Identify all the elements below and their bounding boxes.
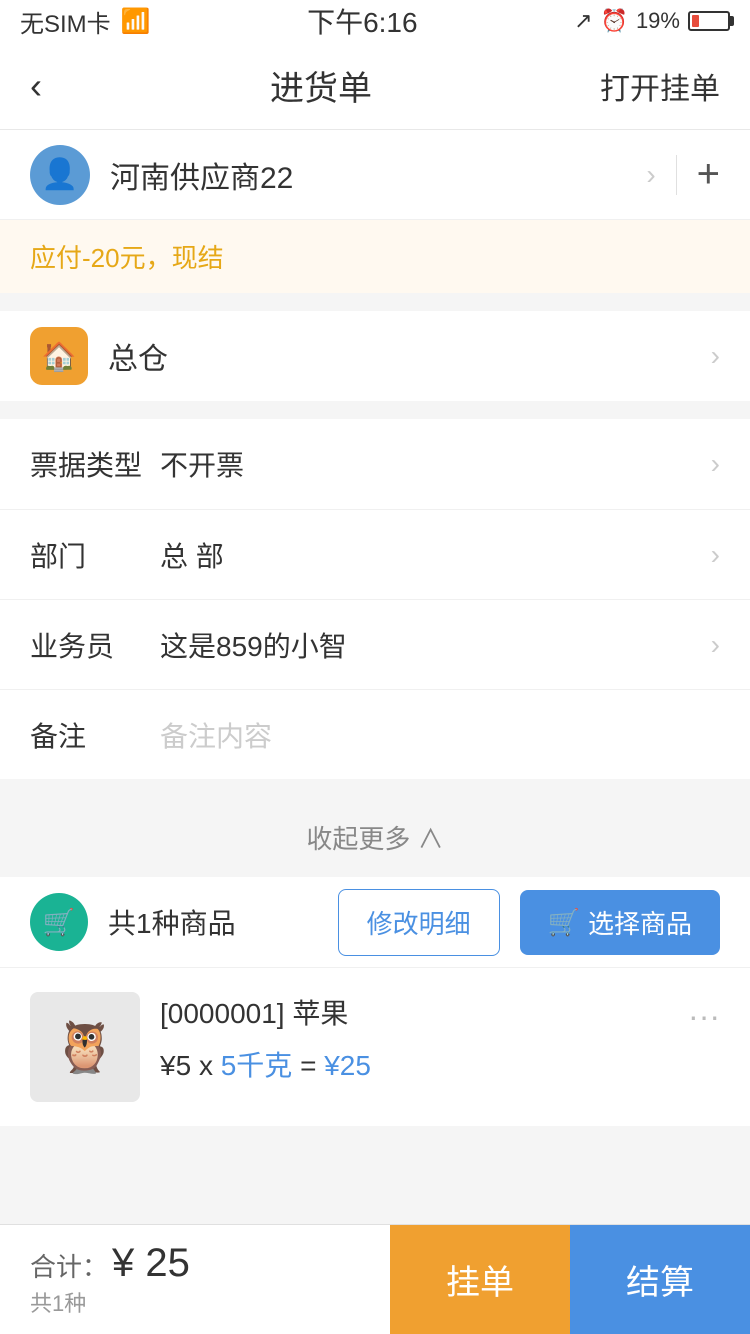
supplier-divider <box>676 155 677 195</box>
status-time: 下午6:16 <box>307 1 418 41</box>
nav-bar: ‹ 进货单 打开挂单 <box>0 42 750 130</box>
product-cart-icon: 🛒 <box>30 893 88 951</box>
select-product-button[interactable]: 🛒 选择商品 <box>520 890 720 955</box>
invoice-row[interactable]: 票据类型 不开票 › <box>0 419 750 509</box>
product-equals: = <box>300 1050 324 1081</box>
sales-label: 业务员 <box>30 625 160 665</box>
form-card: 票据类型 不开票 › 部门 总 部 › 业务员 这是859的小智 › 备注 备注… <box>0 419 750 779</box>
product-count: 共1种商品 <box>108 902 318 942</box>
location-icon: ↗ <box>574 8 592 34</box>
warehouse-row[interactable]: 🏠 总仓 › <box>0 311 750 401</box>
product-section: 🛒 共1种商品 修改明细 🛒 选择商品 🦉 [0000001] 苹果 ¥5 <box>0 877 750 1126</box>
invoice-chevron-icon: › <box>711 448 720 480</box>
supplier-notice: 应付-20元，现结 <box>0 220 750 293</box>
status-left: 无SIM卡 📶 <box>20 4 151 39</box>
back-button[interactable]: ‹ <box>30 65 42 107</box>
add-supplier-button[interactable]: + <box>697 152 720 197</box>
collapse-bar[interactable]: 收起更多 ∧ <box>0 797 750 877</box>
sales-value: 这是859的小智 <box>160 625 711 665</box>
product-name: [0000001] 苹果 <box>160 992 668 1032</box>
warehouse-card: 🏠 总仓 › <box>0 311 750 401</box>
remark-row[interactable]: 备注 备注内容 <box>0 689 750 779</box>
product-owl-icon: 🦉 <box>54 1018 116 1077</box>
total-count: 共1种 <box>30 1286 360 1318</box>
product-item: 🦉 [0000001] 苹果 ¥5 x 5千克 = ¥25 ··· <box>0 967 750 1126</box>
product-code: [0000001] <box>160 998 285 1029</box>
hang-button[interactable]: 挂单 <box>390 1225 570 1334</box>
product-price: ¥5 x 5千克 = ¥25 <box>160 1044 668 1084</box>
invoice-value: 不开票 <box>160 444 711 484</box>
sales-row[interactable]: 业务员 这是859的小智 › <box>0 599 750 689</box>
remark-placeholder: 备注内容 <box>160 715 720 755</box>
product-multiply: x <box>199 1050 221 1081</box>
status-bar: 无SIM卡 📶 下午6:16 ↗ ⏰ 19% <box>0 0 750 42</box>
alarm-icon: ⏰ <box>601 8 628 34</box>
supplier-row[interactable]: 👤 河南供应商22 › + <box>0 130 750 220</box>
sales-chevron-icon: › <box>711 629 720 661</box>
select-product-label: 选择商品 <box>588 904 692 941</box>
supplier-chevron-icon: › <box>646 159 655 191</box>
avatar-icon: 👤 <box>41 157 78 192</box>
bottom-bar: 合计： ¥ 25 共1种 挂单 结算 <box>0 1224 750 1334</box>
warehouse-icon: 🏠 <box>30 327 88 385</box>
dept-row[interactable]: 部门 总 部 › <box>0 509 750 599</box>
dept-label: 部门 <box>30 535 160 575</box>
open-hang-button[interactable]: 打开挂单 <box>600 64 720 108</box>
product-unit-price: ¥5 <box>160 1050 191 1081</box>
page-title: 进货单 <box>270 61 372 110</box>
product-more-button[interactable]: ··· <box>688 992 720 1035</box>
carrier-text: 无SIM卡 <box>20 4 111 39</box>
supplier-name: 河南供应商22 <box>110 153 646 197</box>
cart-icon: 🛒 <box>43 907 75 938</box>
status-right: ↗ ⏰ 19% <box>574 8 730 34</box>
product-quantity: 5千克 <box>221 1050 293 1081</box>
dept-chevron-icon: › <box>711 539 720 571</box>
bottom-total: 合计： ¥ 25 共1种 <box>0 1225 390 1334</box>
product-total: ¥25 <box>324 1050 371 1081</box>
supplier-avatar: 👤 <box>30 145 90 205</box>
remark-label: 备注 <box>30 715 160 755</box>
collapse-label: 收起更多 ∧ <box>306 819 443 856</box>
battery-icon <box>688 11 730 31</box>
product-thumbnail: 🦉 <box>30 992 140 1102</box>
checkout-button[interactable]: 结算 <box>570 1225 750 1334</box>
warehouse-name: 总仓 <box>108 334 711 378</box>
total-amount: ¥ 25 <box>112 1241 190 1286</box>
product-info: [0000001] 苹果 ¥5 x 5千克 = ¥25 <box>160 992 668 1084</box>
warehouse-chevron-icon: › <box>711 340 720 372</box>
dept-value: 总 部 <box>160 535 711 575</box>
wifi-icon: 📶 <box>121 7 151 36</box>
select-cart-icon: 🛒 <box>548 907 580 938</box>
invoice-label: 票据类型 <box>30 444 160 484</box>
product-header: 🛒 共1种商品 修改明细 🛒 选择商品 <box>0 877 750 967</box>
modify-detail-button[interactable]: 修改明细 <box>338 889 500 956</box>
supplier-card: 👤 河南供应商22 › + 应付-20元，现结 <box>0 130 750 293</box>
battery-percent: 19% <box>636 8 680 34</box>
total-label: 合计： <box>30 1247 108 1284</box>
main-content: 👤 河南供应商22 › + 应付-20元，现结 🏠 总仓 › 票据类型 不开票 … <box>0 130 750 1264</box>
product-title: 苹果 <box>292 998 348 1029</box>
